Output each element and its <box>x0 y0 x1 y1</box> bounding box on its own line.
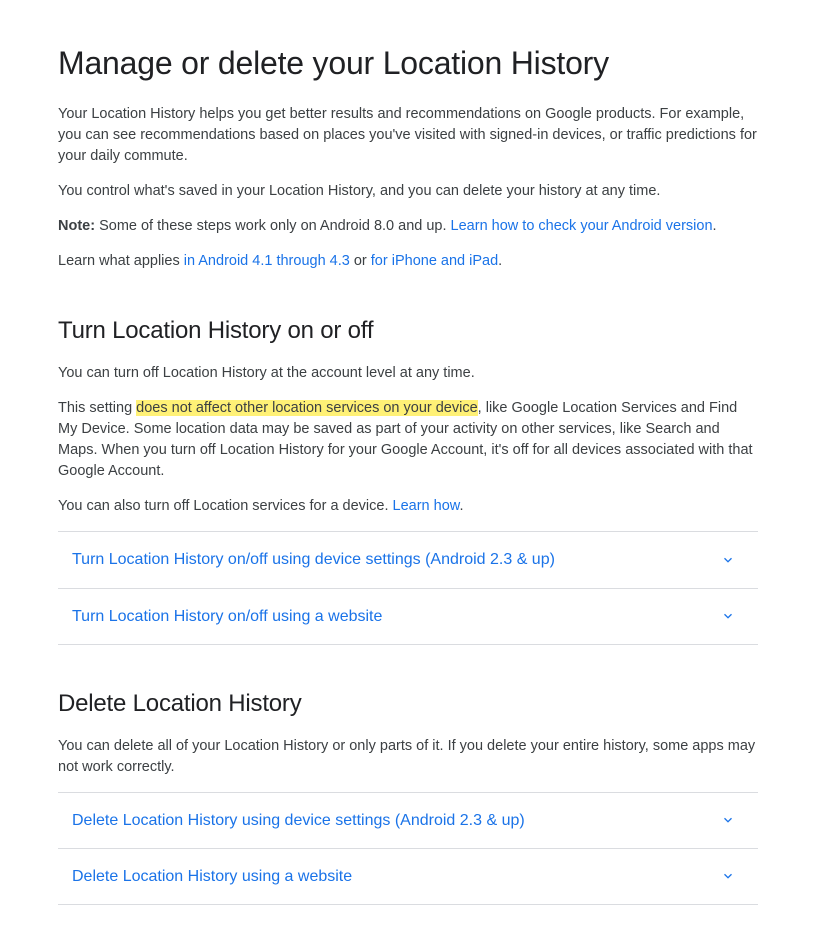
learn-how-link[interactable]: Learn how <box>393 498 460 514</box>
accordion-turn-website[interactable]: Turn Location History on/off using a web… <box>58 589 758 645</box>
chevron-down-icon <box>720 868 736 884</box>
chevron-down-icon <box>720 812 736 828</box>
turn-p3: You can also turn off Location services … <box>58 496 758 517</box>
highlighted-text: does not affect other location services … <box>136 400 478 416</box>
section-heading-turn: Turn Location History on or off <box>58 314 758 349</box>
turn-p2: This setting does not affect other locat… <box>58 398 758 482</box>
accordion-title: Delete Location History using device set… <box>72 809 525 832</box>
turn-p1: You can turn off Location History at the… <box>58 363 758 384</box>
android-version-link[interactable]: Learn how to check your Android version <box>451 218 713 234</box>
iphone-ipad-link[interactable]: for iPhone and iPad <box>371 253 498 269</box>
learn-period: . <box>498 253 502 269</box>
accordion-turn-device[interactable]: Turn Location History on/off using devic… <box>58 532 758 588</box>
turn-p2-a: This setting <box>58 400 136 416</box>
learn-or: or <box>350 253 371 269</box>
chevron-down-icon <box>720 552 736 568</box>
accordion-delete-device[interactable]: Delete Location History using device set… <box>58 793 758 849</box>
turn-p3-a: You can also turn off Location services … <box>58 498 393 514</box>
page-title: Manage or delete your Location History <box>58 40 758 86</box>
section-heading-delete: Delete Location History <box>58 687 758 722</box>
turn-p3-b: . <box>459 498 463 514</box>
note-paragraph: Note: Some of these steps work only on A… <box>58 216 758 237</box>
accordion-title: Turn Location History on/off using a web… <box>72 605 382 628</box>
learn-what-applies: Learn what applies in Android 4.1 throug… <box>58 251 758 272</box>
delete-p1: You can delete all of your Location Hist… <box>58 736 758 778</box>
accordion-title: Delete Location History using a website <box>72 865 352 888</box>
note-period: . <box>713 218 717 234</box>
android-41-43-link[interactable]: in Android 4.1 through 4.3 <box>184 253 350 269</box>
accordion-group-delete: Delete Location History using device set… <box>58 792 758 905</box>
learn-prefix: Learn what applies <box>58 253 184 269</box>
note-label: Note: <box>58 218 95 234</box>
accordion-group-turn: Turn Location History on/off using devic… <box>58 531 758 644</box>
chevron-down-icon <box>720 608 736 624</box>
intro-paragraph-1: Your Location History helps you get bett… <box>58 104 758 167</box>
note-text: Some of these steps work only on Android… <box>95 218 450 234</box>
accordion-delete-website[interactable]: Delete Location History using a website <box>58 849 758 905</box>
intro-paragraph-2: You control what's saved in your Locatio… <box>58 181 758 202</box>
accordion-title: Turn Location History on/off using devic… <box>72 548 555 571</box>
